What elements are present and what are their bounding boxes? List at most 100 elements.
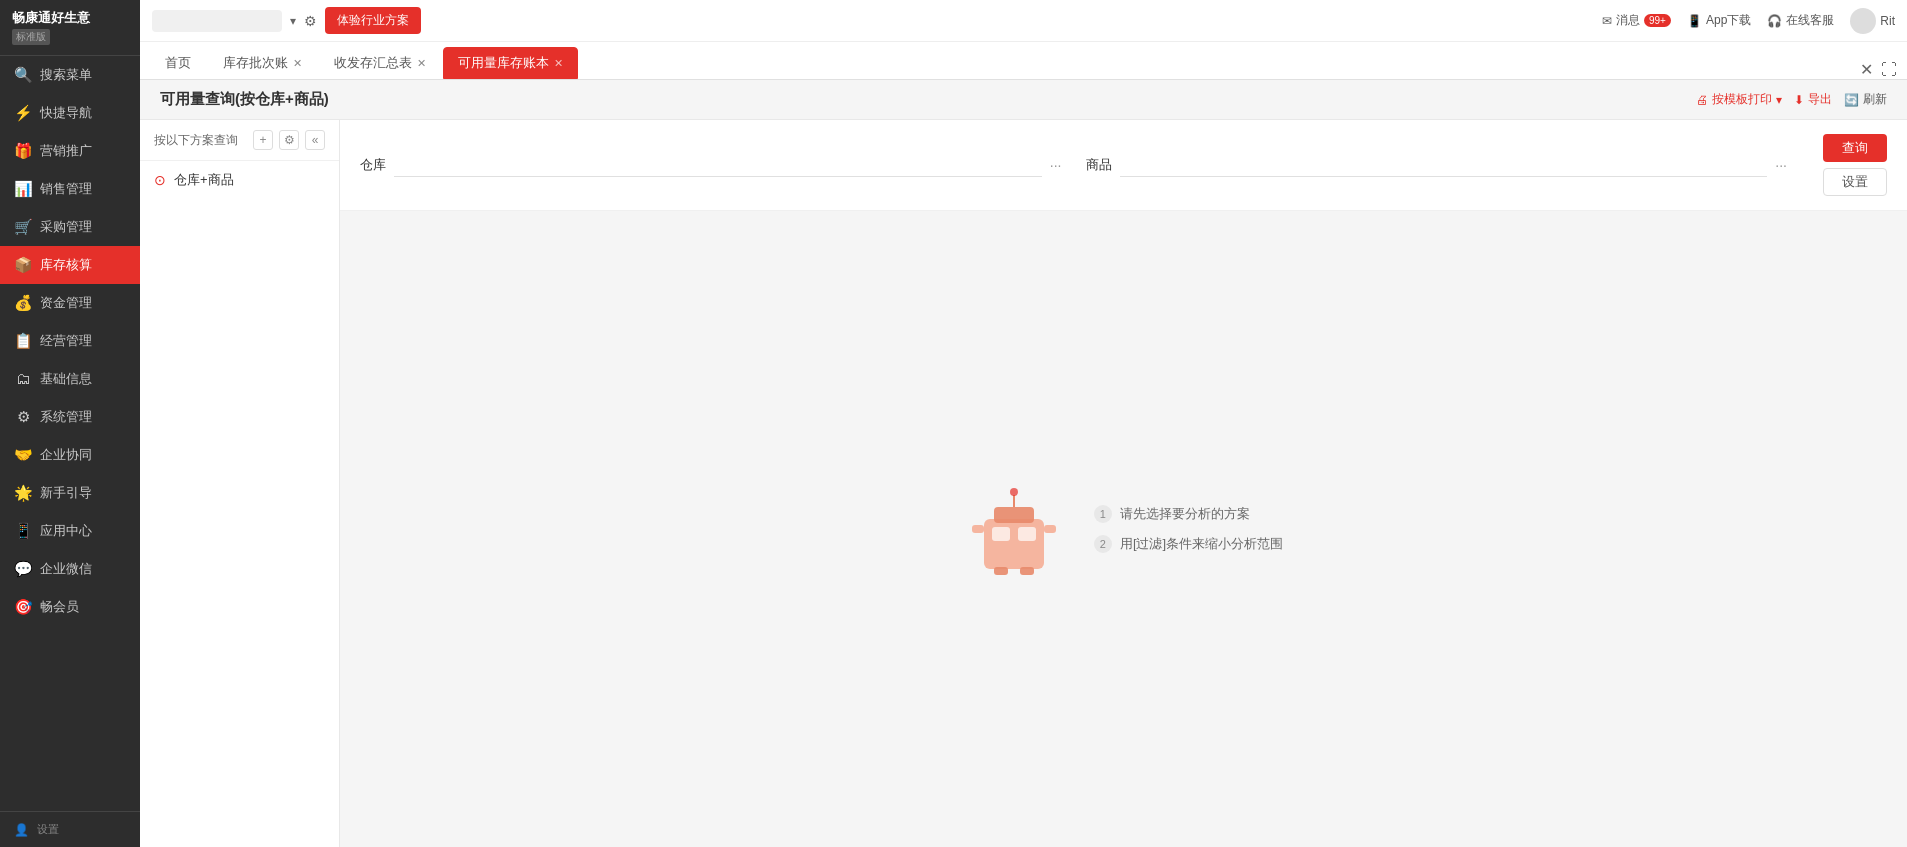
version-tag: 标准版 — [12, 29, 50, 45]
empty-state-tips: 1 请先选择要分析的方案 2 用[过滤]条件来缩小分析范围 — [1094, 505, 1283, 553]
topbar-search-input[interactable] — [152, 10, 282, 32]
svg-point-5 — [1010, 488, 1018, 496]
tab-home[interactable]: 首页 — [150, 47, 206, 79]
query-fields: 仓库 ··· 商品 ··· 查询 设置 — [340, 120, 1907, 211]
product-input[interactable] — [1120, 154, 1768, 177]
export-label: 导出 — [1808, 91, 1832, 108]
query-button[interactable]: 查询 — [1823, 134, 1887, 162]
app-download-label: App下载 — [1706, 12, 1751, 29]
refresh-label: 刷新 — [1863, 91, 1887, 108]
warehouse-label: 仓库 — [360, 156, 386, 174]
empty-state-content: 1 请先选择要分析的方案 2 用[过滤]条件来缩小分析范围 — [964, 479, 1283, 579]
empty-state: 1 请先选择要分析的方案 2 用[过滤]条件来缩小分析范围 — [340, 211, 1907, 847]
operations-icon: 📋 — [14, 332, 32, 350]
sidebar-item-label: 新手引导 — [40, 484, 92, 502]
export-icon: ⬇ — [1794, 93, 1804, 107]
sidebar-item-enterprise[interactable]: 🤝 企业协同 — [0, 436, 140, 474]
sidebar-item-inventory[interactable]: 📦 库存核算 — [0, 246, 140, 284]
tab-batch-ledger[interactable]: 库存批次账 ✕ — [208, 47, 317, 79]
enterprise-icon: 🤝 — [14, 446, 32, 464]
sidebar-item-finance[interactable]: 💰 资金管理 — [0, 284, 140, 322]
query-actions: 查询 设置 — [1823, 134, 1887, 196]
sidebar-item-label: 资金管理 — [40, 294, 92, 312]
tip-num-2: 2 — [1094, 535, 1112, 553]
tab-stock-summary-close[interactable]: ✕ — [417, 57, 426, 70]
sidebar-item-basic-info[interactable]: 🗂 基础信息 — [0, 360, 140, 398]
sidebar-item-marketing[interactable]: 🎁 营销推广 — [0, 132, 140, 170]
online-service-label: 在线客服 — [1786, 12, 1834, 29]
close-all-tabs-icon[interactable]: ✕ — [1860, 60, 1873, 79]
tab-available-qty[interactable]: 可用量库存账本 ✕ — [443, 47, 578, 79]
svg-rect-0 — [984, 519, 1044, 569]
sidebar-item-label: 基础信息 — [40, 370, 92, 388]
message-label: 消息 — [1616, 12, 1640, 29]
product-more-icon[interactable]: ··· — [1775, 157, 1787, 173]
svg-rect-1 — [992, 527, 1010, 541]
product-field: 商品 ··· — [1086, 154, 1788, 177]
tab-stock-summary[interactable]: 收发存汇总表 ✕ — [319, 47, 441, 79]
sidebar-item-member[interactable]: 🎯 畅会员 — [0, 588, 140, 626]
sidebar-item-label: 营销推广 — [40, 142, 92, 160]
tab-available-qty-close[interactable]: ✕ — [554, 57, 563, 70]
filter-panel-title: 按以下方案查询 — [154, 132, 238, 149]
app-download-icon: 📱 — [1687, 14, 1702, 28]
sidebar-item-wechat[interactable]: 💬 企业微信 — [0, 550, 140, 588]
app-download-item[interactable]: 📱 App下载 — [1687, 12, 1751, 29]
main-content: ▾ ⚙ 体验行业方案 ✉ 消息 99+ 📱 App下载 🎧 在线客服 Rit — [140, 0, 1907, 847]
print-action[interactable]: 🖨 按模板打印 ▾ — [1696, 91, 1782, 108]
query-area: 仓库 ··· 商品 ··· 查询 设置 — [340, 120, 1907, 847]
settings-button[interactable]: 设置 — [1823, 168, 1887, 196]
add-filter-btn[interactable]: + — [253, 130, 273, 150]
expand-icon[interactable]: ⛶ — [1881, 61, 1897, 79]
headset-icon: 🎧 — [1767, 14, 1782, 28]
print-icon: 🖨 — [1696, 93, 1708, 107]
sidebar-item-system[interactable]: ⚙ 系统管理 — [0, 398, 140, 436]
industry-btn[interactable]: 体验行业方案 — [325, 7, 421, 34]
sidebar-item-purchase[interactable]: 🛒 采购管理 — [0, 208, 140, 246]
sidebar-item-label: 采购管理 — [40, 218, 92, 236]
sidebar-item-label: 库存核算 — [40, 256, 92, 274]
warehouse-input[interactable] — [394, 154, 1042, 177]
sidebar-item-label: 系统管理 — [40, 408, 92, 426]
message-item[interactable]: ✉ 消息 99+ — [1602, 12, 1671, 29]
sidebar-item-search[interactable]: 🔍 搜索菜单 — [0, 56, 140, 94]
content-area: 按以下方案查询 + ⚙ « ⊙ 仓库+商品 仓库 ··· — [140, 120, 1907, 847]
member-icon: 🎯 — [14, 598, 32, 616]
sidebar-item-sales[interactable]: 📊 销售管理 — [0, 170, 140, 208]
svg-rect-7 — [1044, 525, 1056, 533]
sidebar-item-label: 搜索菜单 — [40, 66, 92, 84]
settings-filter-btn[interactable]: ⚙ — [279, 130, 299, 150]
sidebar-item-guide[interactable]: 🌟 新手引导 — [0, 474, 140, 512]
tip-num-1: 1 — [1094, 505, 1112, 523]
empty-tip-1: 1 请先选择要分析的方案 — [1094, 505, 1283, 523]
topbar-dropdown[interactable]: ▾ — [290, 14, 296, 28]
refresh-action[interactable]: 🔄 刷新 — [1844, 91, 1887, 108]
collapse-filter-btn[interactable]: « — [305, 130, 325, 150]
footer-icon: 👤 — [14, 823, 29, 837]
tab-available-qty-label: 可用量库存账本 — [458, 54, 549, 72]
marketing-icon: 🎁 — [14, 142, 32, 160]
sidebar-item-app-center[interactable]: 📱 应用中心 — [0, 512, 140, 550]
filter-item-warehouse-product[interactable]: ⊙ 仓库+商品 — [140, 161, 339, 199]
user-item[interactable]: Rit — [1850, 8, 1895, 34]
sidebar-item-operations[interactable]: 📋 经营管理 — [0, 322, 140, 360]
page-title: 可用量查询(按仓库+商品) — [160, 90, 329, 109]
warehouse-more-icon[interactable]: ··· — [1050, 157, 1062, 173]
user-name: Rit — [1880, 14, 1895, 28]
quick-nav-icon: ⚡ — [14, 104, 32, 122]
avatar — [1850, 8, 1876, 34]
sidebar-footer: 👤 设置 — [0, 811, 140, 847]
tabs-bar: 首页 库存批次账 ✕ 收发存汇总表 ✕ 可用量库存账本 ✕ ✕ ⛶ — [140, 42, 1907, 80]
tip-text-2: 用[过滤]条件来缩小分析范围 — [1120, 535, 1283, 553]
export-action[interactable]: ⬇ 导出 — [1794, 91, 1832, 108]
online-service-item[interactable]: 🎧 在线客服 — [1767, 12, 1834, 29]
guide-icon: 🌟 — [14, 484, 32, 502]
tab-batch-ledger-close[interactable]: ✕ — [293, 57, 302, 70]
print-dropdown-icon: ▾ — [1776, 93, 1782, 107]
sidebar-item-quick-nav[interactable]: ⚡ 快捷导航 — [0, 94, 140, 132]
warehouse-field: 仓库 ··· — [360, 154, 1062, 177]
system-icon: ⚙ — [14, 408, 32, 426]
product-label: 商品 — [1086, 156, 1112, 174]
refresh-icon: 🔄 — [1844, 93, 1859, 107]
topbar-gear-icon[interactable]: ⚙ — [304, 13, 317, 29]
